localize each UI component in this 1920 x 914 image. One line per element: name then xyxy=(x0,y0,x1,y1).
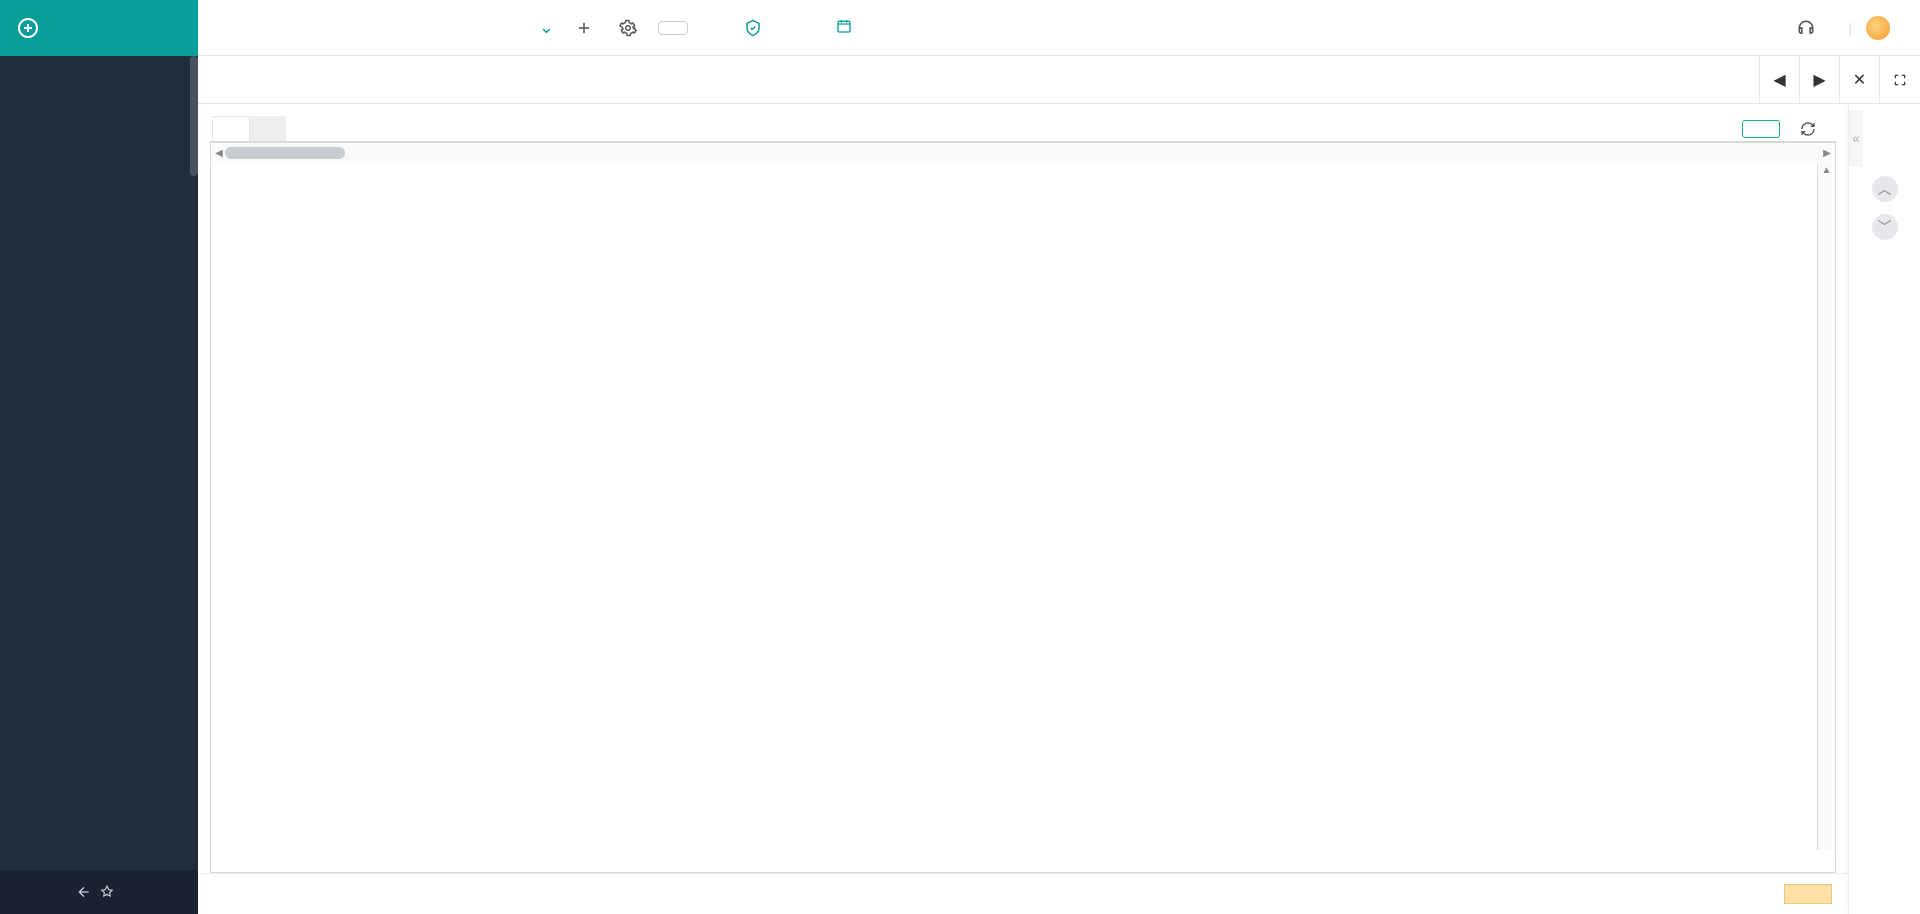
company-dropdown[interactable]: ⌄ xyxy=(214,17,554,38)
horizontal-scrollbar[interactable]: ◀ ▶ xyxy=(211,142,1835,164)
add-button[interactable] xyxy=(570,14,598,42)
spreadsheet[interactable]: ▲ ◀ ▶ xyxy=(210,141,1836,873)
chevron-down-icon: ⌄ xyxy=(539,17,554,38)
year-rail-collapse[interactable]: « xyxy=(1849,110,1863,166)
year-rail: « ︿ ﹀ xyxy=(1848,104,1920,914)
sidebar xyxy=(0,0,198,914)
tabstrip: ◀ ▶ ✕ xyxy=(198,56,1920,104)
brand xyxy=(0,0,198,56)
refresh-button[interactable] xyxy=(1800,121,1822,137)
topbar: ⌄ | xyxy=(198,0,1920,56)
footer-note xyxy=(198,873,1848,914)
tab-scroll-right[interactable]: ▶ xyxy=(1800,56,1840,103)
calendar-icon xyxy=(836,18,852,37)
period-picker[interactable] xyxy=(816,18,852,37)
subtab-basic[interactable] xyxy=(212,116,250,141)
year-prev-button[interactable]: ︿ xyxy=(1872,176,1898,202)
support-icon[interactable] xyxy=(1792,14,1820,42)
subtab-other[interactable] xyxy=(250,116,286,141)
verified-badge xyxy=(744,19,768,37)
unpin-button[interactable] xyxy=(0,870,198,914)
sidebar-scrollbar[interactable] xyxy=(190,56,198,176)
switch-old-version-button[interactable] xyxy=(658,21,688,35)
sidebar-nav xyxy=(0,56,198,870)
settings-icon[interactable] xyxy=(614,14,642,42)
vertical-scrollbar[interactable]: ▲ xyxy=(1817,162,1835,850)
example-swatch xyxy=(1784,884,1832,904)
avatar[interactable] xyxy=(1866,16,1890,40)
tab-fullscreen[interactable] xyxy=(1880,56,1920,103)
year-next-button[interactable]: ﹀ xyxy=(1872,214,1898,240)
brand-logo-icon xyxy=(16,16,40,40)
tab-close-all[interactable]: ✕ xyxy=(1840,56,1880,103)
tab-scroll-left[interactable]: ◀ xyxy=(1760,56,1800,103)
reset-report-button[interactable] xyxy=(1742,120,1780,138)
